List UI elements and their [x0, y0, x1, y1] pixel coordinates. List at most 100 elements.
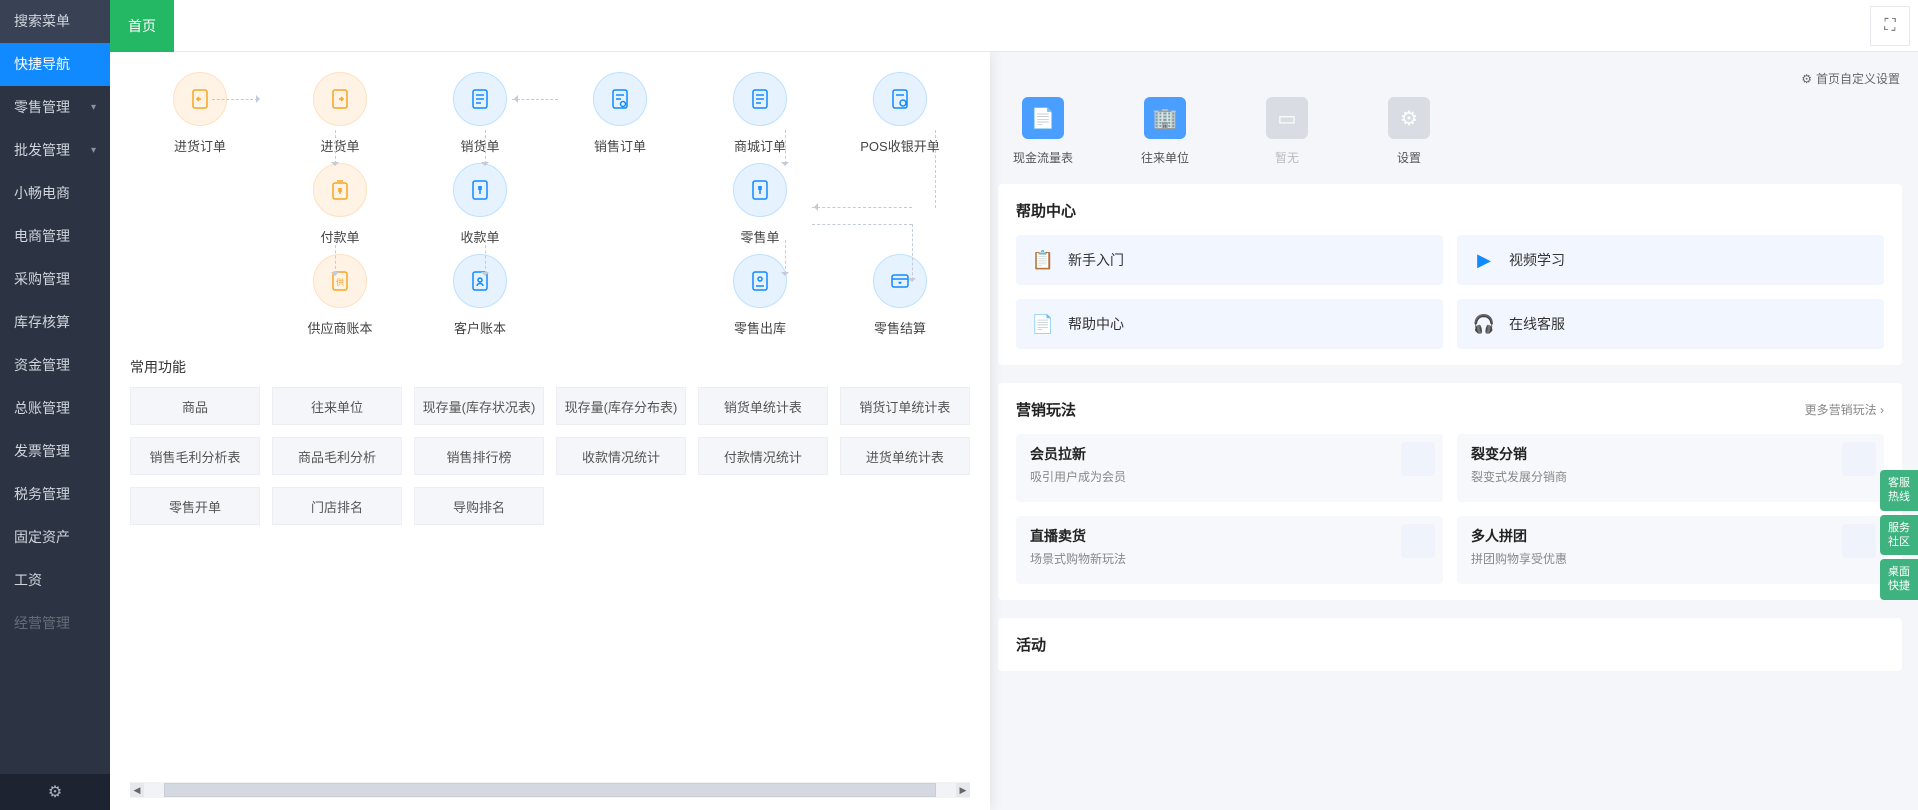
common-functions-title: 常用功能 [110, 345, 990, 387]
side-badges: 客服热线 服务社区 桌面快捷 [1880, 470, 1918, 604]
mkt-group[interactable]: 多人拼团拼团购物享受优惠 [1457, 516, 1884, 584]
scroll-right-icon[interactable]: ▶ [956, 783, 970, 797]
common-button[interactable]: 进货单统计表 [840, 437, 970, 475]
clipboard-icon: 📋 [1030, 247, 1056, 273]
flow-node-supplier-ledger[interactable]: 供供应商账本 [270, 254, 410, 337]
placeholder-icon: ▭ [1266, 97, 1308, 139]
report-icon: 📄 [1022, 97, 1064, 139]
marketing-more-link[interactable]: 更多营销玩法 › [1805, 401, 1884, 418]
sidebar-item-xiaochang[interactable]: 小畅电商 [0, 172, 110, 215]
flow-node-retail-outbound[interactable]: 零售出库 [690, 254, 830, 337]
common-button[interactable]: 商品 [130, 387, 260, 425]
help-support[interactable]: 🎧在线客服 [1457, 299, 1884, 349]
common-button[interactable]: 销售排行榜 [414, 437, 544, 475]
headset-icon: 🎧 [1471, 311, 1497, 337]
sidebar-item-quicknav[interactable]: 快捷导航 [0, 43, 110, 86]
sidebar-item-inventory[interactable]: 库存核算 [0, 301, 110, 344]
fullscreen-icon: ⛶ [1884, 17, 1895, 35]
common-button[interactable]: 销售毛利分析表 [130, 437, 260, 475]
flow-node-pos[interactable]: POS收银开单 [830, 72, 970, 155]
money-clip-icon [328, 178, 352, 202]
money-doc-icon [748, 178, 772, 202]
mkt-live[interactable]: 直播卖货场景式购物新玩法 [1016, 516, 1443, 584]
quicknav-flyout: 进货订单 进货单 销货单 销售订单 商城订单 POS收银开单 付款单 收款单 零… [110, 52, 990, 810]
marketing-title: 营销玩法 [1016, 399, 1076, 420]
common-button[interactable]: 销货单统计表 [698, 387, 828, 425]
right-panel: ⚙首页自定义设置 📄现金流量表 🏢往来单位 ▭暂无 ⚙设置 帮助中心 📋新手入门… [990, 52, 1918, 810]
gear-icon: ⚙ [48, 782, 62, 802]
fullscreen-button[interactable]: ⛶ [1870, 6, 1910, 46]
common-button[interactable]: 零售开单 [130, 487, 260, 525]
badge-hotline[interactable]: 客服热线 [1880, 470, 1918, 511]
activity-title: 活动 [1016, 634, 1046, 655]
sidebar-item-operation[interactable]: 经营管理 [0, 602, 110, 645]
sidebar-settings-button[interactable]: ⚙ [0, 774, 110, 810]
sidebar-item-ecommerce[interactable]: 电商管理 [0, 215, 110, 258]
flow-node-sales-bill[interactable]: 销货单 [410, 72, 550, 155]
sidebar-item-search[interactable]: 搜索菜单 [0, 0, 110, 43]
flow-diagram: 进货订单 进货单 销货单 销售订单 商城订单 POS收银开单 付款单 收款单 零… [110, 72, 990, 337]
flow-node-retail-settle[interactable]: 零售结算 [830, 254, 970, 337]
flow-node-customer-ledger[interactable]: 客户账本 [410, 254, 550, 337]
caret-down-icon: ▾ [91, 86, 96, 129]
flow-node-purchase-bill[interactable]: 进货单 [270, 72, 410, 155]
scroll-left-icon[interactable]: ◀ [130, 783, 144, 797]
sidebar-item-retail[interactable]: 零售管理▾ [0, 86, 110, 129]
sidebar-item-purchase[interactable]: 采购管理 [0, 258, 110, 301]
activity-card: 活动 [998, 618, 1902, 671]
building-icon: 🏢 [1144, 97, 1186, 139]
play-icon: ▶ [1471, 247, 1497, 273]
common-button[interactable]: 导购排名 [414, 487, 544, 525]
flow-node-receipt[interactable]: 收款单 [410, 163, 550, 246]
sidebar-item-assets[interactable]: 固定资产 [0, 516, 110, 559]
common-button[interactable]: 门店排名 [272, 487, 402, 525]
sidebar-item-invoice[interactable]: 发票管理 [0, 430, 110, 473]
common-functions-grid: 商品往来单位现存量(库存状况表) 现存量(库存分布表) 销货单统计表销货订单统计表销… [110, 387, 990, 525]
help-video[interactable]: ▶视频学习 [1457, 235, 1884, 285]
top-tabs: 首页 ⛶ [110, 0, 1918, 52]
flow-node-mall-order[interactable]: 商城订单 [690, 72, 830, 155]
sidebar-item-wholesale[interactable]: 批发管理▾ [0, 129, 110, 172]
help-card: 帮助中心 📋新手入门 ▶视频学习 📄帮助中心 🎧在线客服 [998, 184, 1902, 365]
gear-icon: ⚙ [1388, 97, 1430, 139]
marketing-card: 营销玩法 更多营销玩法 › 会员拉新吸引用户成为会员 裂变分销裂变式发展分销商 直… [998, 383, 1902, 600]
caret-down-icon: ▾ [91, 129, 96, 172]
flow-node-sales-order[interactable]: 销售订单 [550, 72, 690, 155]
mkt-fission[interactable]: 裂变分销裂变式发展分销商 [1457, 434, 1884, 502]
entry-cashflow[interactable]: 📄现金流量表 [1004, 97, 1082, 166]
common-button[interactable]: 现存量(库存分布表) [556, 387, 686, 425]
common-button[interactable]: 商品毛利分析 [272, 437, 402, 475]
money-doc-icon [468, 178, 492, 202]
common-button[interactable]: 往来单位 [272, 387, 402, 425]
help-card-title: 帮助中心 [1016, 200, 1076, 221]
home-customize-button[interactable]: ⚙首页自定义设置 [998, 66, 1902, 97]
scrollbar-thumb[interactable] [164, 783, 937, 797]
mkt-deco-icon [1401, 524, 1435, 558]
common-button[interactable]: 现存量(库存状况表) [414, 387, 544, 425]
badge-community[interactable]: 服务社区 [1880, 515, 1918, 556]
entry-empty[interactable]: ▭暂无 [1248, 97, 1326, 166]
sidebar: 搜索菜单 快捷导航 零售管理▾ 批发管理▾ 小畅电商 电商管理 采购管理 库存核… [0, 0, 110, 810]
sidebar-item-tax[interactable]: 税务管理 [0, 473, 110, 516]
mkt-member[interactable]: 会员拉新吸引用户成为会员 [1016, 434, 1443, 502]
badge-desktop[interactable]: 桌面快捷 [1880, 559, 1918, 600]
content-area: 进货订单 进货单 销货单 销售订单 商城订单 POS收银开单 付款单 收款单 零… [110, 52, 1918, 810]
flow-node-retail-bill[interactable]: 零售单 [690, 163, 830, 246]
quick-entry-row: 📄现金流量表 🏢往来单位 ▭暂无 ⚙设置 [998, 97, 1902, 166]
common-button[interactable]: 付款情况统计 [698, 437, 828, 475]
sidebar-item-salary[interactable]: 工资 [0, 559, 110, 602]
flow-node-purchase-order[interactable]: 进货订单 [130, 72, 270, 155]
sidebar-item-funds[interactable]: 资金管理 [0, 344, 110, 387]
help-center[interactable]: 📄帮助中心 [1016, 299, 1443, 349]
outbound-icon [748, 269, 772, 293]
entry-contacts[interactable]: 🏢往来单位 [1126, 97, 1204, 166]
document-in-icon [188, 87, 212, 111]
flyout-scrollbar[interactable]: ◀ ▶ [130, 782, 970, 798]
tab-home[interactable]: 首页 [110, 0, 174, 52]
entry-settings[interactable]: ⚙设置 [1370, 97, 1448, 166]
help-newbie[interactable]: 📋新手入门 [1016, 235, 1443, 285]
common-button[interactable]: 销货订单统计表 [840, 387, 970, 425]
common-button[interactable]: 收款情况统计 [556, 437, 686, 475]
flow-node-payment[interactable]: 付款单 [270, 163, 410, 246]
sidebar-item-ledger[interactable]: 总账管理 [0, 387, 110, 430]
